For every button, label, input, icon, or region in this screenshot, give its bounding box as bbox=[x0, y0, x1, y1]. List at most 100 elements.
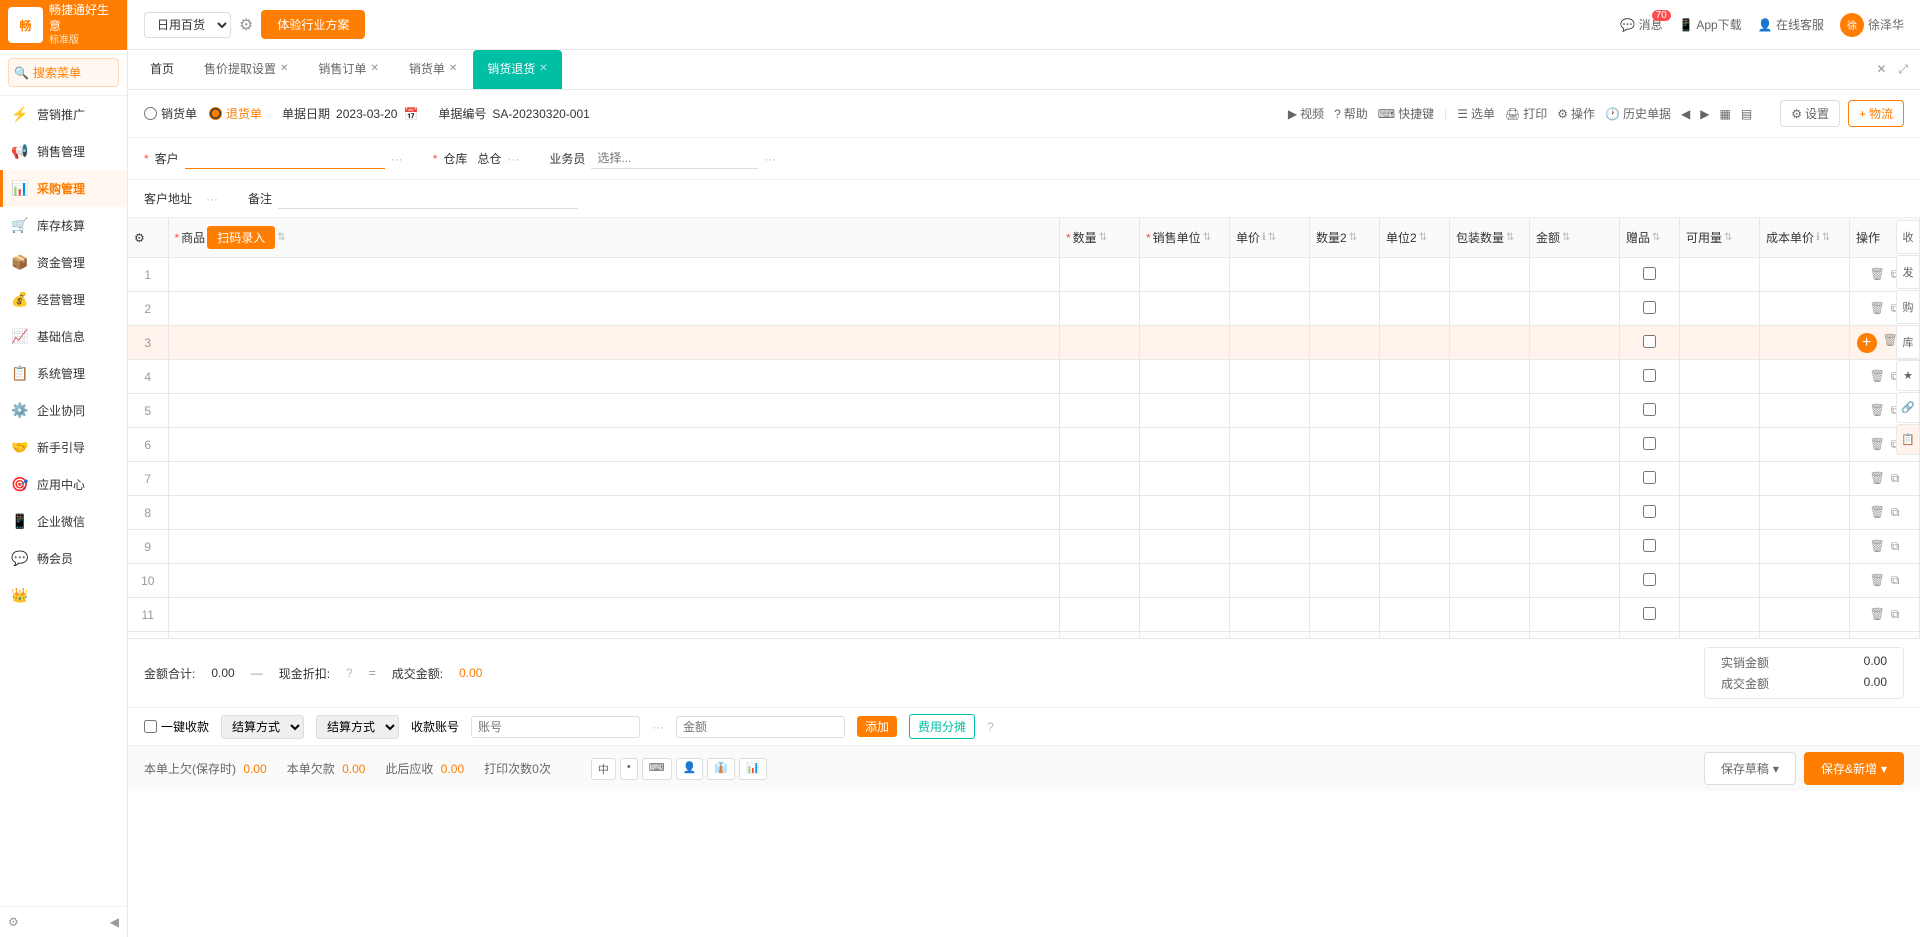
search-menu-button[interactable]: 🔍 搜索菜单 bbox=[8, 58, 119, 87]
prev-btn[interactable]: ◀ bbox=[1681, 107, 1690, 121]
pkg-qty-cell-8[interactable] bbox=[1450, 496, 1530, 530]
history-btn[interactable]: 🕐 历史单据 bbox=[1605, 105, 1671, 122]
delete-row-btn-2[interactable]: 🗑 bbox=[1870, 301, 1885, 316]
list-view-btn[interactable]: ▤ bbox=[1741, 107, 1752, 121]
tab-close-sales-return[interactable]: ✕ bbox=[539, 63, 547, 74]
address-more-btn[interactable]: ··· bbox=[206, 192, 218, 206]
unit2-cell-1[interactable] bbox=[1380, 258, 1450, 292]
qty2-cell-1[interactable] bbox=[1310, 258, 1380, 292]
operate-btn[interactable]: ⚙ 操作 bbox=[1557, 105, 1595, 122]
right-btn-collect[interactable]: 收 bbox=[1896, 220, 1920, 254]
copy-row-btn-8[interactable]: ⧉ bbox=[1891, 505, 1900, 520]
amount-cell-4[interactable] bbox=[1530, 360, 1620, 394]
qty2-cell-2[interactable] bbox=[1310, 292, 1380, 326]
right-btn-inventory[interactable]: 库 bbox=[1896, 325, 1920, 359]
collapse-icon[interactable]: ◀ bbox=[110, 915, 119, 929]
online-service[interactable]: 👤 在线客服 bbox=[1758, 16, 1824, 33]
sales-unit-cell-9[interactable] bbox=[1140, 530, 1230, 564]
gift-checkbox-1[interactable] bbox=[1643, 267, 1656, 280]
cost-price-cell-1[interactable] bbox=[1760, 258, 1850, 292]
qty2-cell-3[interactable] bbox=[1310, 326, 1380, 360]
settings-button[interactable]: ⚙ 设置 bbox=[1780, 100, 1840, 127]
unit2-cell-10[interactable] bbox=[1380, 564, 1450, 598]
amount-cell-9[interactable] bbox=[1530, 530, 1620, 564]
unit2-cell-9[interactable] bbox=[1380, 530, 1450, 564]
product-cell-6[interactable] bbox=[168, 428, 1060, 462]
amount-input[interactable] bbox=[676, 716, 845, 738]
avail-cell-7[interactable] bbox=[1680, 462, 1760, 496]
price-cell-5[interactable] bbox=[1230, 394, 1310, 428]
tab-close-sales-order[interactable]: ✕ bbox=[370, 63, 378, 74]
right-btn-purchase[interactable]: 购 bbox=[1896, 290, 1920, 324]
right-btn-active[interactable]: 📋 bbox=[1896, 424, 1920, 455]
add-logistics-button[interactable]: + 物流 bbox=[1848, 100, 1904, 127]
cost-price-cell-11[interactable] bbox=[1760, 598, 1850, 632]
topbar-gear-icon[interactable]: ⚙ bbox=[239, 15, 253, 35]
pkg-qty-cell-4[interactable] bbox=[1450, 360, 1530, 394]
sales-unit-cell-8[interactable] bbox=[1140, 496, 1230, 530]
qty-cell-10[interactable] bbox=[1060, 564, 1140, 598]
salesperson-more-btn[interactable]: ··· bbox=[764, 152, 776, 166]
price-cell-7[interactable] bbox=[1230, 462, 1310, 496]
calendar-icon[interactable]: 📅 bbox=[403, 107, 418, 121]
pkg-qty-cell-1[interactable] bbox=[1450, 258, 1530, 292]
gift-checkbox-11[interactable] bbox=[1643, 607, 1656, 620]
delete-row-btn-4[interactable]: 🗑 bbox=[1870, 369, 1885, 384]
amount-cell-2[interactable] bbox=[1530, 292, 1620, 326]
pkg-qty-cell-6[interactable] bbox=[1450, 428, 1530, 462]
sales-unit-cell-5[interactable] bbox=[1140, 394, 1230, 428]
delete-row-btn-11[interactable]: 🗑 bbox=[1870, 607, 1885, 622]
settlement-method-select[interactable]: 结算方式 bbox=[221, 715, 304, 739]
delete-row-btn-6[interactable]: 🗑 bbox=[1870, 437, 1885, 452]
gift-checkbox-8[interactable] bbox=[1643, 505, 1656, 518]
pkg-qty-cell-2[interactable] bbox=[1450, 292, 1530, 326]
cost-price-cell-2[interactable] bbox=[1760, 292, 1850, 326]
sidebar-item-sales-mgmt[interactable]: 📊 采购管理 bbox=[0, 170, 127, 207]
product-cell-10[interactable] bbox=[168, 564, 1060, 598]
unit2-cell-2[interactable] bbox=[1380, 292, 1450, 326]
delete-row-btn-8[interactable]: 🗑 bbox=[1870, 505, 1885, 520]
gift-cell-7[interactable] bbox=[1620, 462, 1680, 496]
tab-sales-order[interactable]: 销售订单 ✕ bbox=[304, 50, 392, 89]
table-scroll[interactable]: ⚙ * 商品 扫码录入 ⇅ bbox=[128, 218, 1920, 638]
avail-cell-9[interactable] bbox=[1680, 530, 1760, 564]
qty2-cell-10[interactable] bbox=[1310, 564, 1380, 598]
avail-cell-8[interactable] bbox=[1680, 496, 1760, 530]
avail-cell-3[interactable] bbox=[1680, 326, 1760, 360]
close-tab-icon[interactable]: ✕ bbox=[1872, 58, 1890, 81]
shortcut-btn[interactable]: ⌨ 快捷键 bbox=[1378, 105, 1434, 122]
sales-unit-cell-1[interactable] bbox=[1140, 258, 1230, 292]
cost-price-cell-6[interactable] bbox=[1760, 428, 1850, 462]
gift-cell-8[interactable] bbox=[1620, 496, 1680, 530]
price-sort-icon[interactable]: ⇅ bbox=[1268, 232, 1276, 243]
qty-sort-icon[interactable]: ⇅ bbox=[1099, 232, 1107, 243]
product-cell-4[interactable] bbox=[168, 360, 1060, 394]
radio-return[interactable]: 退货单 bbox=[209, 105, 262, 122]
sidebar-item-app-center[interactable]: 📱 企业微信 bbox=[0, 503, 127, 540]
account-input[interactable] bbox=[471, 716, 640, 738]
cost-price-cell-4[interactable] bbox=[1760, 360, 1850, 394]
unit2-cell-5[interactable] bbox=[1380, 394, 1450, 428]
avail-cell-5[interactable] bbox=[1680, 394, 1760, 428]
qty2-sort-icon[interactable]: ⇅ bbox=[1349, 232, 1357, 243]
pkg-qty-cell-7[interactable] bbox=[1450, 462, 1530, 496]
cost-price-cell-9[interactable] bbox=[1760, 530, 1850, 564]
price-cell-8[interactable] bbox=[1230, 496, 1310, 530]
sales-unit-cell-3[interactable] bbox=[1140, 326, 1230, 360]
one-click-pay-checkbox[interactable]: 一键收款 bbox=[144, 718, 209, 735]
price-info-icon[interactable]: ℹ bbox=[1262, 232, 1266, 243]
copy-row-btn-11[interactable]: ⧉ bbox=[1891, 607, 1900, 622]
unit2-cell-11[interactable] bbox=[1380, 598, 1450, 632]
sales-unit-cell-10[interactable] bbox=[1140, 564, 1230, 598]
sidebar-item-finance[interactable]: 💰 经营管理 bbox=[0, 281, 127, 318]
amount-cell-6[interactable] bbox=[1530, 428, 1620, 462]
product-cell-1[interactable] bbox=[168, 258, 1060, 292]
scan-input-btn[interactable]: 扫码录入 bbox=[207, 226, 275, 249]
pkg-qty-cell-3[interactable] bbox=[1450, 326, 1530, 360]
unit2-cell-4[interactable] bbox=[1380, 360, 1450, 394]
sales-unit-cell-6[interactable] bbox=[1140, 428, 1230, 462]
right-btn-link[interactable]: 🔗 bbox=[1896, 392, 1920, 423]
price-cell-6[interactable] bbox=[1230, 428, 1310, 462]
sales-unit-cell-4[interactable] bbox=[1140, 360, 1230, 394]
cost-info-icon[interactable]: ℹ bbox=[1816, 232, 1820, 243]
